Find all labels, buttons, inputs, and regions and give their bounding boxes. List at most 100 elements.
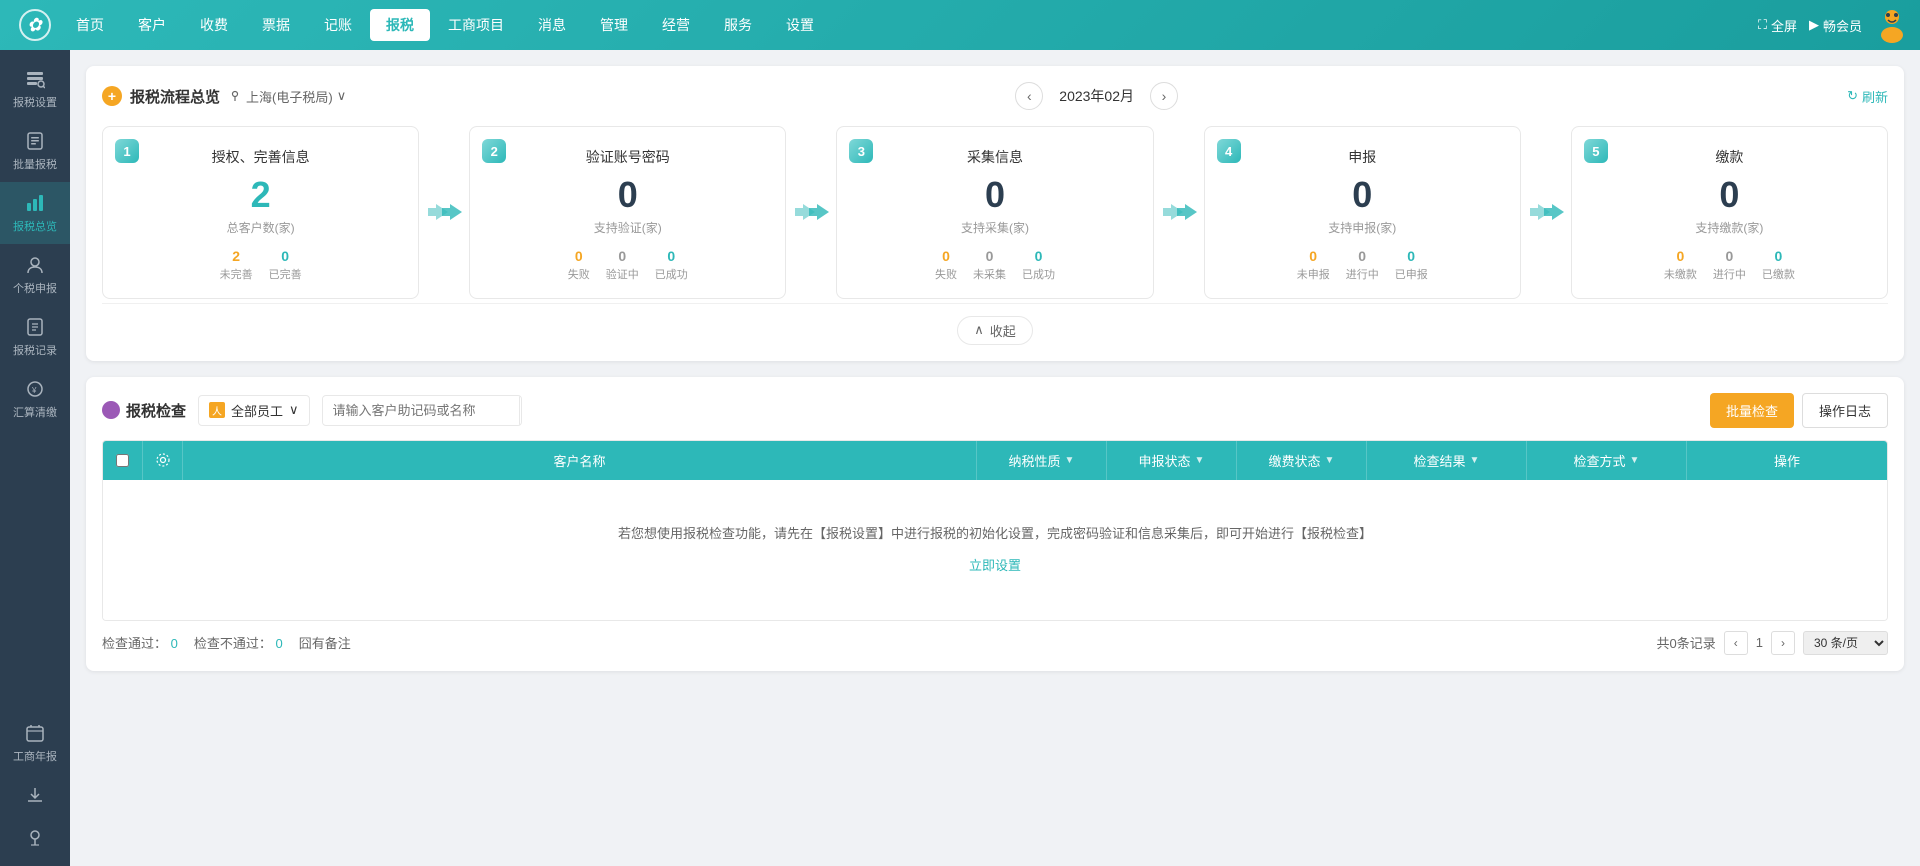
sidebar-item-location[interactable] <box>0 816 70 858</box>
sidebar-item-annual-settlement[interactable]: ¥ 汇算清缴 <box>0 368 70 430</box>
tax-overview-icon <box>24 192 46 214</box>
sidebar-item-business-annual[interactable]: 工商年报 <box>0 712 70 774</box>
tax-record-icon <box>24 316 46 338</box>
step-4-subtitle: 支持申报(家) <box>1221 219 1504 236</box>
table-header: 客户名称 纳税性质 ▼ 申报状态 ▼ 缴费状态 ▼ 检查结果 <box>103 441 1887 480</box>
prev-page-button[interactable]: ‹ <box>1724 631 1748 655</box>
batch-check-button[interactable]: 批量检查 <box>1710 393 1794 428</box>
location-text: 上海(电子税局) <box>246 87 333 106</box>
chevron-down-icon: ∨ <box>337 88 347 104</box>
instant-setup-link[interactable]: 立即设置 <box>618 554 1372 577</box>
flow-step-1: 1 授权、完善信息 2 总客户数(家) 2 未完善 0 已完善 <box>102 126 419 299</box>
sidebar-item-download[interactable] <box>0 774 70 816</box>
stat-collected-label: 已成功 <box>1022 266 1055 282</box>
main-content: + 报税流程总览 上海(电子税局) ∨ ‹ 2023年02月 › <box>70 50 1920 866</box>
stat-not-paid: 0 未缴款 <box>1664 248 1697 282</box>
nav-item-operation[interactable]: 经营 <box>646 9 706 41</box>
fullscreen-button[interactable]: ⛶ 全屏 <box>1758 16 1797 35</box>
staff-filter-select[interactable]: 人 全部员工 ∨ <box>198 395 310 426</box>
sidebar-item-personal-tax[interactable]: 个税申报 <box>0 244 70 306</box>
step-1-badge: 1 <box>115 139 139 163</box>
collapse-button[interactable]: ∧ 收起 <box>957 316 1033 345</box>
stat-verified-value: 0 <box>667 248 675 264</box>
nav-item-manage[interactable]: 管理 <box>584 9 644 41</box>
nav-item-service[interactable]: 服务 <box>708 9 768 41</box>
operation-log-button[interactable]: 操作日志 <box>1802 393 1888 428</box>
note-label: 囧有备注 <box>299 633 351 652</box>
stat-fail-label: 失败 <box>568 266 590 282</box>
step-5-stats: 0 未缴款 0 进行中 0 已缴款 <box>1588 248 1871 282</box>
step-2-badge: 2 <box>482 139 506 163</box>
arrow-icon-4 <box>1526 200 1566 224</box>
th-pay-status-filter[interactable]: ▼ <box>1325 455 1335 466</box>
fullscreen-icon: ⛶ <box>1758 17 1767 33</box>
tax-settings-icon <box>24 68 46 90</box>
fail-value[interactable]: 0 <box>276 636 283 651</box>
flow-title-icon: + <box>102 86 122 106</box>
th-tax-nature-filter[interactable]: ▼ <box>1065 455 1075 466</box>
empty-message: 若您想使用报税检查功能，请先在【报税设置】中进行报税的初始化设置，完成密码验证和… <box>618 522 1372 577</box>
refresh-button[interactable]: ↻ 刷新 <box>1847 87 1888 106</box>
nav-item-business[interactable]: 工商项目 <box>432 9 520 41</box>
stat-collect-fail-value: 0 <box>942 248 950 264</box>
settings-icon <box>156 453 170 467</box>
stat-verifying-value: 0 <box>618 248 626 264</box>
next-month-button[interactable]: › <box>1150 82 1178 110</box>
step-2-subtitle: 支持验证(家) <box>486 219 769 236</box>
th-declare-status-filter[interactable]: ▼ <box>1195 455 1205 466</box>
flow-step-2: 2 验证账号密码 0 支持验证(家) 0 失败 0 验证中 <box>469 126 786 299</box>
nav-item-invoice[interactable]: 票据 <box>246 9 306 41</box>
nav-item-settings[interactable]: 设置 <box>770 9 830 41</box>
th-check-method-filter[interactable]: ▼ <box>1630 455 1640 466</box>
avatar-button[interactable] <box>1874 7 1910 43</box>
pass-value[interactable]: 0 <box>171 636 178 651</box>
sidebar-item-tax-settings[interactable]: 报税设置 <box>0 58 70 120</box>
footer-stats: 检查通过： 0 检查不通过： 0 囧有备注 <box>102 633 351 652</box>
prev-month-button[interactable]: ‹ <box>1015 82 1043 110</box>
flow-step-5: 5 缴款 0 支持缴款(家) 0 未缴款 0 进行中 <box>1571 126 1888 299</box>
check-fail-label: 检查不通过： 0 <box>194 633 283 652</box>
check-title: 报税检查 <box>102 400 186 421</box>
step-5-subtitle: 支持缴款(家) <box>1588 219 1871 236</box>
vip-button[interactable]: ▶ 畅会员 <box>1809 16 1862 35</box>
flow-overview-title: + 报税流程总览 上海(电子税局) ∨ <box>102 86 346 107</box>
sidebar-item-tax-overview[interactable]: 报税总览 <box>0 182 70 244</box>
nav-right-area: ⛶ 全屏 ▶ 畅会员 <box>1758 7 1910 43</box>
nav-item-fee[interactable]: 收费 <box>184 9 244 41</box>
search-button[interactable] <box>519 396 522 425</box>
sidebar-item-batch-tax[interactable]: 批量报税 <box>0 120 70 182</box>
app-logo[interactable]: ✿ <box>10 0 60 50</box>
stat-not-paid-value: 0 <box>1677 248 1685 264</box>
nav-item-message[interactable]: 消息 <box>522 9 582 41</box>
main-layout: 报税设置 批量报税 报税总览 <box>0 50 1920 866</box>
nav-item-tax[interactable]: 报税 <box>370 9 430 41</box>
collapse-label: 收起 <box>990 321 1016 340</box>
next-page-button[interactable]: › <box>1771 631 1795 655</box>
per-page-select[interactable]: 30 条/页 50 条/页 100 条/页 <box>1803 631 1888 655</box>
stat-not-declared-value: 0 <box>1309 248 1317 264</box>
table-footer: 检查通过： 0 检查不通过： 0 囧有备注 共0条记录 ‹ 1 › 30 条/页 <box>102 621 1888 655</box>
stat-paid-label: 已缴款 <box>1762 266 1795 282</box>
location-tag[interactable]: 上海(电子税局) ∨ <box>228 87 346 106</box>
nav-item-accounting[interactable]: 记账 <box>308 9 368 41</box>
empty-state: 若您想使用报税检查功能，请先在【报税设置】中进行报税的初始化设置，完成密码验证和… <box>103 480 1887 620</box>
sidebar-item-personal-tax-label: 个税申报 <box>13 280 57 296</box>
stat-not-declared: 0 未申报 <box>1297 248 1330 282</box>
svg-text:¥: ¥ <box>31 386 37 395</box>
nav-item-home[interactable]: 首页 <box>60 9 120 41</box>
search-input[interactable] <box>323 397 519 424</box>
th-check-result: 检查结果 ▼ <box>1367 441 1527 480</box>
nav-item-client[interactable]: 客户 <box>122 9 182 41</box>
th-check-result-filter[interactable]: ▼ <box>1470 455 1480 466</box>
refresh-label: 刷新 <box>1862 87 1888 106</box>
sidebar-item-tax-record[interactable]: 报税记录 <box>0 306 70 368</box>
step-3-stats: 0 失败 0 未采集 0 已成功 <box>853 248 1136 282</box>
check-pass-label: 检查通过： 0 <box>102 633 178 652</box>
current-date: 2023年02月 <box>1059 86 1134 106</box>
stat-not-collected-label: 未采集 <box>973 266 1006 282</box>
sidebar-item-tax-settings-label: 报税设置 <box>13 94 57 110</box>
sidebar-item-business-annual-label: 工商年报 <box>13 748 57 764</box>
stat-collected: 0 已成功 <box>1022 248 1055 282</box>
select-all-checkbox[interactable] <box>116 454 129 467</box>
step-5-badge: 5 <box>1584 139 1608 163</box>
